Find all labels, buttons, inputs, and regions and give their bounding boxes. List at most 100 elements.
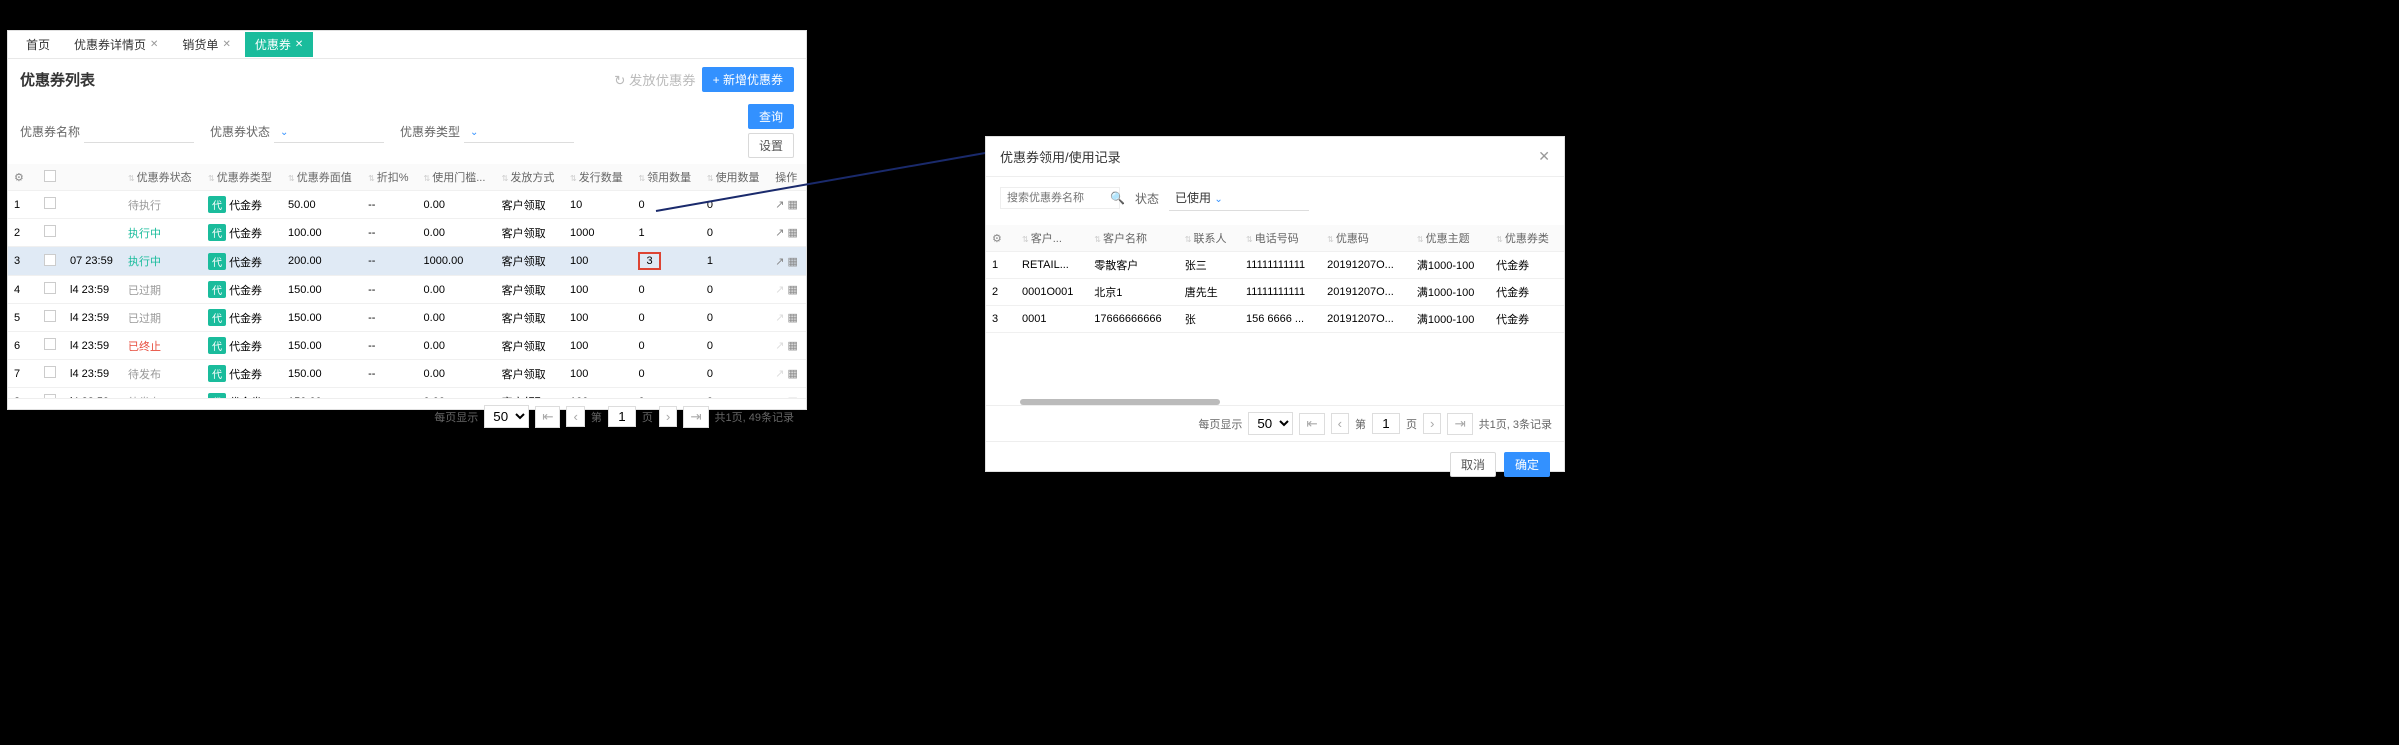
row-checkbox[interactable] <box>44 366 56 378</box>
page-first-button[interactable]: ⇤ <box>535 406 560 428</box>
open-icon[interactable] <box>775 199 784 211</box>
qr-icon[interactable] <box>788 227 798 239</box>
issue-method: 客户领取 <box>496 388 564 399</box>
col-cust-code[interactable]: ⇅客户... <box>1016 225 1088 252</box>
table-row[interactable]: 2执行中代 代金券100.00--0.00客户领取100010 <box>8 219 806 247</box>
discount: -- <box>362 388 417 399</box>
col-contact[interactable]: ⇅联系人 <box>1179 225 1240 252</box>
close-icon[interactable]: ✕ <box>1538 148 1550 165</box>
claim-qty[interactable]: 3 <box>632 247 700 276</box>
col-coupon-type[interactable]: ⇅优惠券类 <box>1490 225 1564 252</box>
table-row[interactable]: 307 23:59执行中代 代金券200.00--1000.00客户领取1003… <box>8 247 806 276</box>
col-phone[interactable]: ⇅电话号码 <box>1240 225 1321 252</box>
claim-qty[interactable]: 0 <box>632 360 700 388</box>
claim-qty[interactable]: 0 <box>632 276 700 304</box>
col-code[interactable]: ⇅优惠码 <box>1321 225 1411 252</box>
search-icon[interactable]: 🔍 <box>1110 191 1125 205</box>
qr-icon[interactable] <box>788 256 798 268</box>
claim-qty[interactable]: 0 <box>632 388 700 399</box>
page-next-button[interactable]: › <box>659 406 677 427</box>
open-icon[interactable] <box>775 256 784 268</box>
issue-coupon-button[interactable]: 发放优惠券 <box>614 70 696 89</box>
close-icon[interactable]: ✕ <box>295 39 303 50</box>
status-badge: 待执行 <box>128 200 161 212</box>
col-claim-qty[interactable]: ⇅领用数量 <box>632 164 700 191</box>
page-first-button[interactable]: ⇤ <box>1299 413 1324 435</box>
cancel-button[interactable]: 取消 <box>1450 452 1496 477</box>
col-type[interactable]: ⇅优惠券类型 <box>202 164 282 191</box>
col-threshold[interactable]: ⇅使用门槛... <box>418 164 496 191</box>
tab-销货单[interactable]: 销货单 ✕ <box>172 32 240 57</box>
table-row[interactable]: 1RETAIL...零散客户张三1111111111120191207O...满… <box>986 252 1564 279</box>
filter-status-select[interactable]: ⌄ <box>274 120 384 143</box>
issue-qty: 100 <box>564 304 632 332</box>
query-button[interactable]: 查询 <box>748 104 794 129</box>
page-last-button[interactable]: ⇥ <box>1447 413 1472 435</box>
modal-page-input[interactable] <box>1372 413 1400 434</box>
table-row[interactable]: 3000117666666666张156 6666 ...20191207O..… <box>986 306 1564 333</box>
qr-icon[interactable] <box>788 368 798 380</box>
row-time: l4 23:59 <box>64 360 122 388</box>
claim-qty[interactable]: 0 <box>632 332 700 360</box>
qr-icon[interactable] <box>788 340 798 352</box>
tab-首页[interactable]: 首页 <box>16 32 60 57</box>
coupon-search-input[interactable] <box>1000 187 1120 209</box>
table-row[interactable]: 6l4 23:59已终止代 代金券150.00--0.00客户领取10000 <box>8 332 806 360</box>
row-checkbox[interactable] <box>44 394 56 398</box>
row-checkbox[interactable] <box>44 310 56 322</box>
open-icon[interactable] <box>775 227 784 239</box>
qr-icon[interactable] <box>788 284 798 296</box>
horizontal-scrollbar[interactable] <box>1020 399 1220 405</box>
col-status[interactable]: ⇅优惠券状态 <box>122 164 202 191</box>
add-coupon-button[interactable]: 新增优惠券 <box>702 67 794 92</box>
per-page-select[interactable]: 50 <box>484 405 529 428</box>
page-next-button[interactable]: › <box>1423 413 1441 434</box>
tab-优惠券详情页[interactable]: 优惠券详情页✕ <box>64 32 168 57</box>
gear-icon[interactable] <box>14 172 24 184</box>
face-value: 150.00 <box>282 304 362 332</box>
page-prev-button[interactable]: ‹ <box>1331 413 1349 434</box>
tab-优惠券[interactable]: 优惠券✕ <box>245 32 313 57</box>
settings-button[interactable]: 设置 <box>748 133 794 158</box>
filter-name-input[interactable] <box>84 120 194 143</box>
row-checkbox[interactable] <box>44 254 56 266</box>
contact: 唐先生 <box>1179 279 1240 306</box>
page-last-button[interactable]: ⇥ <box>683 406 708 428</box>
col-use-qty[interactable]: ⇅使用数量 <box>701 164 769 191</box>
filter-type-select[interactable]: ⌄ <box>464 120 574 143</box>
threshold: 0.00 <box>418 191 496 219</box>
claim-qty[interactable]: 0 <box>632 304 700 332</box>
filter-name-label: 优惠券名称 <box>20 123 80 140</box>
col-face-value[interactable]: ⇅优惠券面值 <box>282 164 362 191</box>
modal-per-page-select[interactable]: 50 <box>1248 412 1293 435</box>
row-checkbox[interactable] <box>44 197 56 209</box>
confirm-button[interactable]: 确定 <box>1504 452 1550 477</box>
close-icon[interactable]: ✕ <box>222 39 230 50</box>
col-issue-qty[interactable]: ⇅发行数量 <box>564 164 632 191</box>
row-checkbox[interactable] <box>44 282 56 294</box>
tab-label: 销货单 <box>182 36 218 53</box>
claim-qty[interactable]: 1 <box>632 219 700 247</box>
col-issue-method[interactable]: ⇅发放方式 <box>496 164 564 191</box>
claim-count-highlighted[interactable]: 3 <box>638 252 660 270</box>
qr-icon[interactable] <box>788 199 798 211</box>
contact: 张 <box>1179 306 1240 333</box>
gear-icon[interactable] <box>992 233 1002 245</box>
select-all-checkbox[interactable] <box>44 170 56 182</box>
row-checkbox[interactable] <box>44 225 56 237</box>
table-row[interactable]: 20001O001北京1唐先生1111111111120191207O...满1… <box>986 279 1564 306</box>
close-icon[interactable]: ✕ <box>150 39 158 50</box>
col-discount[interactable]: ⇅折扣% <box>362 164 417 191</box>
page-input[interactable] <box>608 406 636 427</box>
modal-status-select[interactable]: 已使用 ⌄ <box>1169 185 1309 211</box>
table-row[interactable]: 7l4 23:59待发布代 代金券150.00--0.00客户领取10000 <box>8 360 806 388</box>
col-subject[interactable]: ⇅优惠主题 <box>1411 225 1490 252</box>
table-row[interactable]: 8l4 23:59待发布代 代金券150.00--0.00客户领取10000 <box>8 388 806 399</box>
page-prev-button[interactable]: ‹ <box>566 406 584 427</box>
table-row[interactable]: 4l4 23:59已过期代 代金券150.00--0.00客户领取10000 <box>8 276 806 304</box>
col-cust-name[interactable]: ⇅客户名称 <box>1088 225 1178 252</box>
qr-icon[interactable] <box>788 312 798 324</box>
qr-icon[interactable] <box>788 396 798 398</box>
row-checkbox[interactable] <box>44 338 56 350</box>
table-row[interactable]: 5l4 23:59已过期代 代金券150.00--0.00客户领取10000 <box>8 304 806 332</box>
